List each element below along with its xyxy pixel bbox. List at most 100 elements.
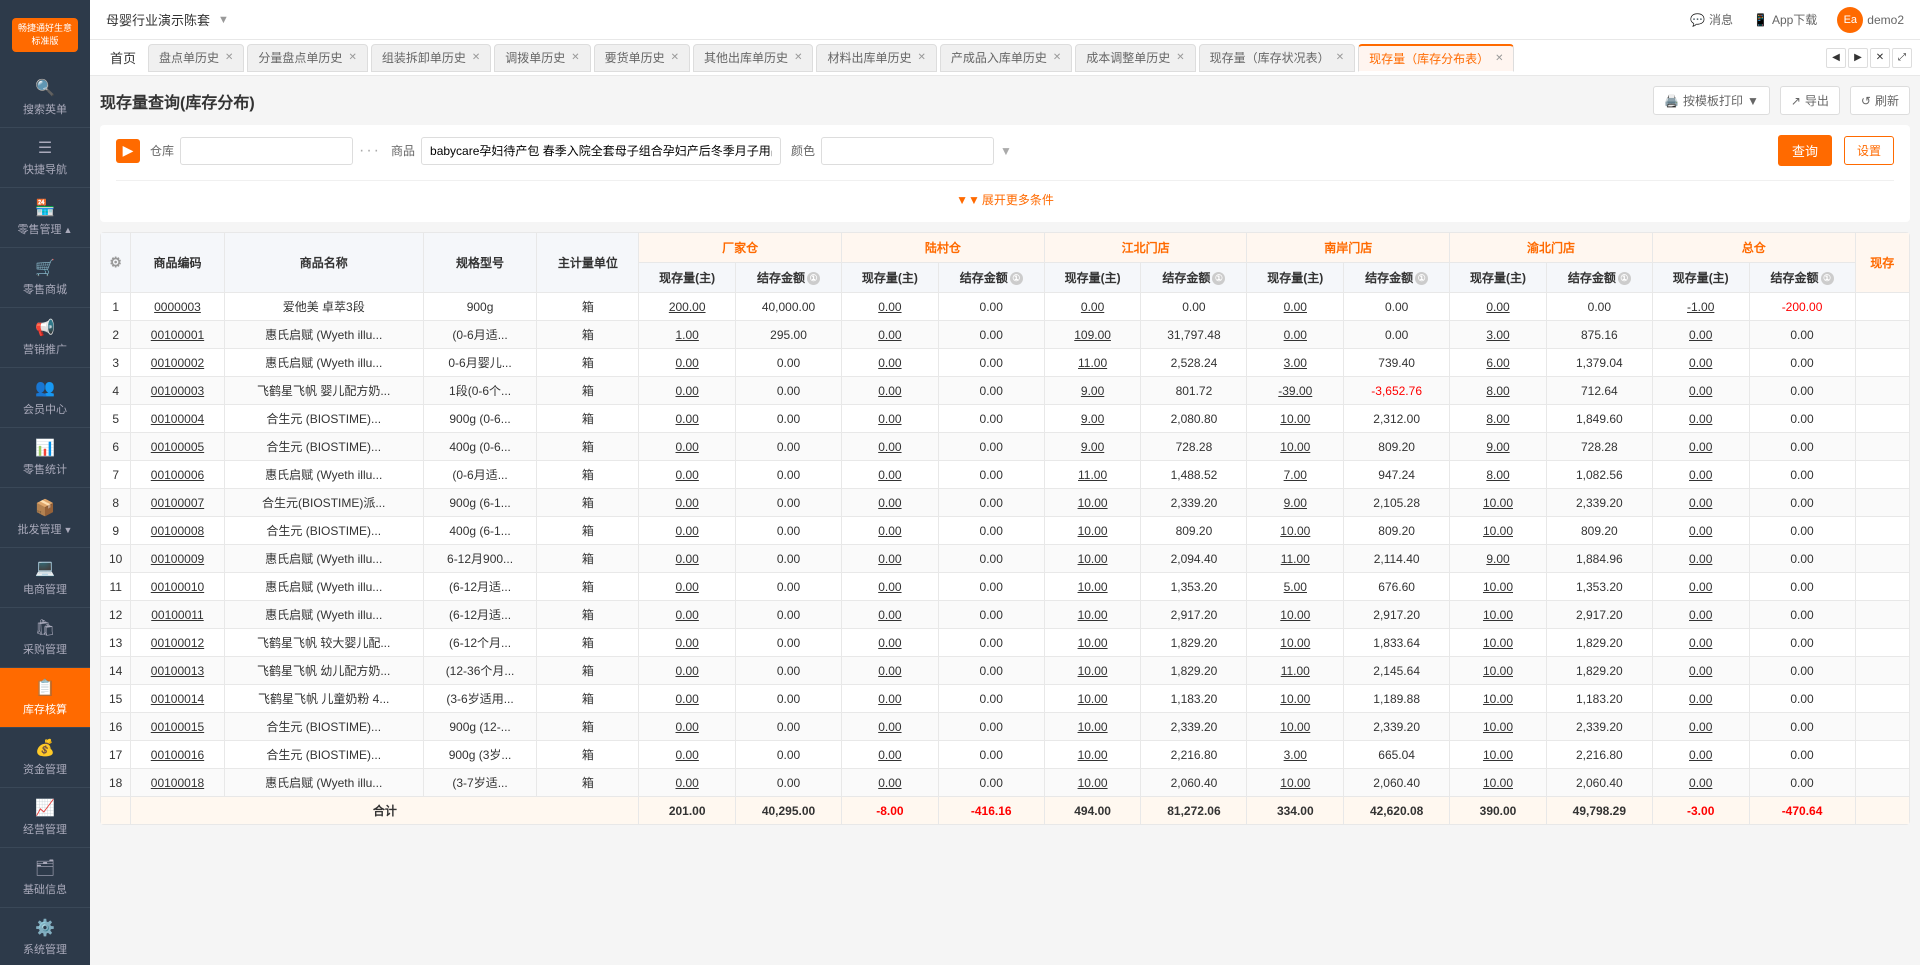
data-cell[interactable]: 0.00 [639,657,736,685]
sidebar-item-member[interactable]: 👥会员中心 [0,368,90,428]
warehouse-more-btn[interactable]: ··· [359,142,381,160]
data-cell[interactable] [1855,405,1909,433]
data-cell[interactable] [1855,293,1909,321]
app-download-btn[interactable]: 📱 App下载 [1753,11,1817,28]
data-cell[interactable]: 11.00 [1247,545,1344,573]
product-code[interactable]: 00100009 [131,545,224,573]
data-cell[interactable]: 0.00 [1652,461,1749,489]
data-cell[interactable]: 0.00 [842,405,939,433]
data-cell[interactable]: 11.00 [1044,461,1141,489]
tab-purchase[interactable]: 要货单历史✕ [594,44,690,72]
data-cell[interactable]: 0.00 [842,377,939,405]
data-cell[interactable]: 3.00 [1247,741,1344,769]
data-cell[interactable]: 0.00 [842,489,939,517]
data-cell[interactable]: 10.00 [1044,545,1141,573]
product-code[interactable]: 00100002 [131,349,224,377]
data-cell[interactable]: 0.00 [1044,293,1141,321]
product-code[interactable]: 00100018 [131,769,224,797]
data-cell[interactable]: 8.00 [1450,377,1547,405]
data-cell[interactable]: 10.00 [1247,629,1344,657]
user-menu[interactable]: Ea demo2 [1837,7,1904,33]
sidebar-item-stock[interactable]: 📋库存核算 [0,668,90,728]
tab-close-transfer[interactable]: ✕ [571,52,579,63]
data-cell[interactable]: 10.00 [1044,573,1141,601]
product-code[interactable]: 00100006 [131,461,224,489]
collapse-btn[interactable]: ▶ [116,139,140,163]
data-cell[interactable]: 0.00 [639,377,736,405]
data-cell[interactable]: 10.00 [1450,713,1547,741]
data-cell[interactable]: 0.00 [639,629,736,657]
data-cell[interactable]: 10.00 [1044,657,1141,685]
data-cell[interactable]: 10.00 [1450,741,1547,769]
data-cell[interactable]: 0.00 [842,657,939,685]
sidebar-item-finance[interactable]: 💰资金管理 [0,728,90,788]
data-cell[interactable]: 6.00 [1450,349,1547,377]
factory-amount-info[interactable]: ① [807,272,820,285]
data-cell[interactable]: 0.00 [1652,489,1749,517]
product-code[interactable]: 00100005 [131,433,224,461]
tab-stock_dist_active[interactable]: 现存量（库存分布表）✕ [1358,44,1514,72]
product-code[interactable]: 00100007 [131,489,224,517]
data-cell[interactable]: -39.00 [1247,377,1344,405]
tab-close-inventory_branch[interactable]: ✕ [348,52,356,63]
message-btn[interactable]: 💬 消息 [1690,11,1733,28]
data-cell[interactable]: 0.00 [1652,573,1749,601]
warehouse-input[interactable] [180,137,353,165]
product-code[interactable]: 00100003 [131,377,224,405]
data-cell[interactable]: 9.00 [1450,433,1547,461]
data-cell[interactable]: 5.00 [1247,573,1344,601]
data-cell[interactable]: 10.00 [1247,601,1344,629]
tab-material_out[interactable]: 材料出库单历史✕ [816,44,936,72]
data-cell[interactable]: 10.00 [1044,629,1141,657]
data-cell[interactable] [1855,685,1909,713]
data-cell[interactable] [1855,433,1909,461]
data-cell[interactable]: 0.00 [1652,741,1749,769]
data-cell[interactable]: 0.00 [1247,321,1344,349]
data-cell[interactable]: 10.00 [1247,517,1344,545]
tab-transfer[interactable]: 调拨单历史✕ [494,44,590,72]
sidebar-item-retail_stats[interactable]: 📊零售统计 [0,428,90,488]
data-cell[interactable]: 0.00 [1652,321,1749,349]
product-code[interactable]: 00100001 [131,321,224,349]
tab-prev-btn[interactable]: ◀ [1826,48,1846,68]
data-cell[interactable]: 0.00 [842,601,939,629]
data-cell[interactable]: 0.00 [842,349,939,377]
data-cell[interactable]: 10.00 [1247,433,1344,461]
data-cell[interactable]: 0.00 [1652,377,1749,405]
data-cell[interactable]: 8.00 [1450,461,1547,489]
data-cell[interactable]: 0.00 [842,321,939,349]
tab-close-stock_status[interactable]: ✕ [1336,52,1344,63]
sidebar-item-nav[interactable]: ☰快捷导航 [0,128,90,188]
data-cell[interactable]: 9.00 [1450,545,1547,573]
data-cell[interactable]: 0.00 [639,713,736,741]
data-cell[interactable]: 10.00 [1247,713,1344,741]
data-cell[interactable]: 0.00 [639,433,736,461]
data-cell[interactable] [1855,349,1909,377]
sidebar-item-ecommerce[interactable]: 💻电商管理 [0,548,90,608]
sidebar-item-wholesale[interactable]: 📦批发管理▼ [0,488,90,548]
settings-query-btn[interactable]: 设置 [1844,136,1894,165]
data-cell[interactable]: 9.00 [1044,405,1141,433]
data-cell[interactable] [1855,629,1909,657]
sidebar-item-marketing[interactable]: 📢营销推广 [0,308,90,368]
data-cell[interactable]: 0.00 [639,741,736,769]
tab-assembly[interactable]: 组装拆卸单历史✕ [371,44,491,72]
data-cell[interactable]: 8.00 [1450,405,1547,433]
data-cell[interactable]: 10.00 [1450,489,1547,517]
data-cell[interactable]: 0.00 [842,545,939,573]
sidebar-item-retail[interactable]: 🏪零售管理▲ [0,188,90,248]
tab-close-purchase[interactable]: ✕ [671,52,679,63]
product-code[interactable]: 00100016 [131,741,224,769]
tab-other_out[interactable]: 其他出库单历史✕ [693,44,813,72]
expand-btn[interactable]: ▼▼ 展开更多条件 [948,187,1062,212]
tab-close-assembly[interactable]: ✕ [472,52,480,63]
data-cell[interactable]: 0.00 [639,685,736,713]
data-cell[interactable]: 0.00 [842,433,939,461]
product-code[interactable]: 0000003 [131,293,224,321]
data-cell[interactable]: 10.00 [1044,685,1141,713]
data-cell[interactable]: 3.00 [1450,321,1547,349]
tab-close-other_out[interactable]: ✕ [794,52,802,63]
data-cell[interactable]: 11.00 [1044,349,1141,377]
data-cell[interactable] [1855,489,1909,517]
data-cell[interactable]: 0.00 [639,601,736,629]
